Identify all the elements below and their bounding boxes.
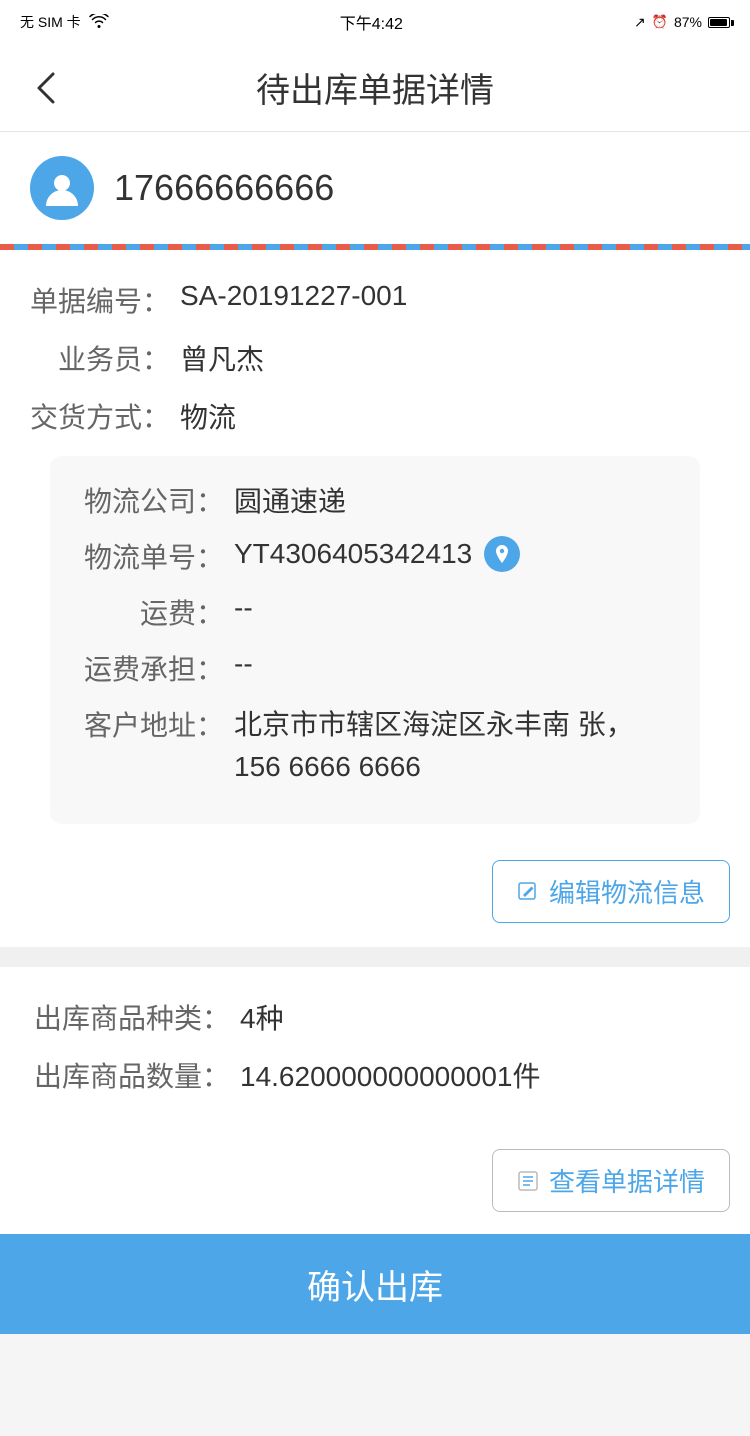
edit-logistics-button[interactable]: 编辑物流信息 (492, 860, 730, 923)
logistics-tracking-row: 物流单号： YT4306405342413 (74, 536, 676, 576)
goods-types-label: 出库商品种类： (30, 997, 230, 1037)
edit-icon (517, 881, 539, 903)
back-button[interactable] (24, 66, 68, 110)
goods-quantity-row: 出库商品数量： 14.620000000000001件 (30, 1055, 720, 1095)
doc-number-label: 单据编号： (30, 280, 170, 320)
tracking-location-icon[interactable] (484, 536, 520, 572)
edit-btn-row: 编辑物流信息 (0, 844, 750, 947)
delivery-method-label: 交货方式： (30, 396, 170, 436)
doc-number-value: SA-20191227-001 (180, 280, 720, 312)
freight-bearer-value: -- (234, 648, 676, 680)
wifi-icon (89, 14, 109, 31)
list-icon (517, 1170, 539, 1192)
battery-percent: 87% (674, 14, 702, 30)
goods-quantity-value: 14.620000000000001件 (240, 1055, 720, 1095)
doc-number-row: 单据编号： SA-20191227-001 (30, 280, 720, 320)
edit-btn-label: 编辑物流信息 (549, 873, 705, 910)
status-bar: 无 SIM 卡 下午4:42 ↗ ⏰ 87% (0, 0, 750, 44)
logistics-company-row: 物流公司： 圆通速递 (74, 480, 676, 520)
location-status-icon: ↗ (634, 14, 646, 31)
view-btn-label: 查看单据详情 (549, 1162, 705, 1199)
salesman-row: 业务员： 曾凡杰 (30, 338, 720, 378)
status-right: ↗ ⏰ 87% (634, 14, 730, 31)
logistics-company-value: 圆通速递 (234, 480, 676, 520)
view-btn-row: 查看单据详情 (0, 1133, 750, 1236)
freight-row: 运费： -- (74, 592, 676, 632)
address-label: 客户地址： (74, 704, 224, 744)
goods-quantity-label: 出库商品数量： (30, 1055, 230, 1095)
salesman-value: 曾凡杰 (180, 338, 720, 378)
status-left: 无 SIM 卡 (20, 12, 109, 32)
sim-text: 无 SIM 卡 (20, 12, 81, 32)
freight-bearer-row: 运费承担： -- (74, 648, 676, 688)
freight-label: 运费： (74, 592, 224, 632)
battery-icon (708, 17, 730, 28)
salesman-label: 业务员： (30, 338, 170, 378)
alarm-status-icon: ⏰ (652, 14, 668, 30)
freight-value: -- (234, 592, 676, 624)
avatar (30, 156, 94, 220)
address-value: 北京市市辖区海淀区永丰南 张，156 6666 6666 (234, 704, 676, 788)
status-time: 下午4:42 (340, 10, 403, 34)
logistics-tracking-value: YT4306405342413 (234, 536, 676, 572)
confirm-btn-label: 确认出库 (307, 1260, 443, 1309)
goods-types-value: 4种 (240, 997, 720, 1037)
logistics-tracking-label: 物流单号： (74, 536, 224, 576)
delivery-method-value: 物流 (180, 396, 720, 436)
delivery-method-row: 交货方式： 物流 (30, 396, 720, 436)
confirm-button-bar[interactable]: 确认出库 (0, 1234, 750, 1334)
freight-bearer-label: 运费承担： (74, 648, 224, 688)
logistics-card: 物流公司： 圆通速递 物流单号： YT4306405342413 运费： -- … (50, 456, 700, 824)
page-title: 待出库单据详情 (256, 63, 494, 112)
section-divider (0, 947, 750, 967)
view-details-button[interactable]: 查看单据详情 (492, 1149, 730, 1212)
basic-info-section: 单据编号： SA-20191227-001 业务员： 曾凡杰 交货方式： 物流 … (0, 250, 750, 844)
nav-bar: 待出库单据详情 (0, 44, 750, 132)
goods-types-row: 出库商品种类： 4种 (30, 997, 720, 1037)
address-row: 客户地址： 北京市市辖区海淀区永丰南 张，156 6666 6666 (74, 704, 676, 788)
goods-section: 出库商品种类： 4种 出库商品数量： 14.620000000000001件 (0, 967, 750, 1133)
user-info-row: 17666666666 (0, 132, 750, 244)
logistics-company-label: 物流公司： (74, 480, 224, 520)
user-phone: 17666666666 (114, 167, 334, 209)
